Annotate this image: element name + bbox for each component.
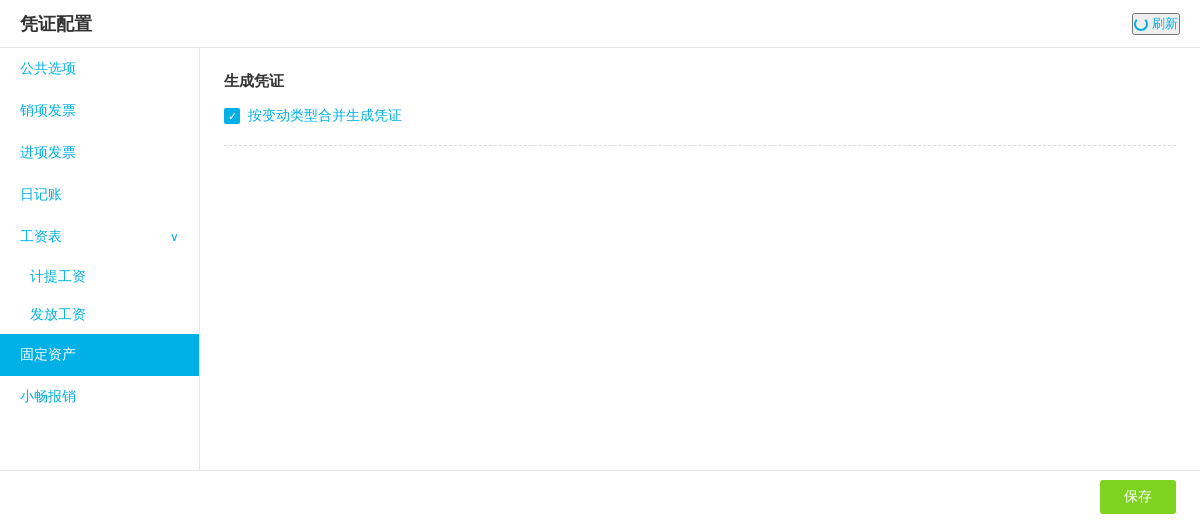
checkbox-label[interactable]: 按变动类型合并生成凭证 bbox=[248, 107, 402, 125]
merge-by-type-checkbox[interactable] bbox=[224, 108, 240, 124]
sidebar-item-label: 固定资产 bbox=[20, 346, 76, 364]
refresh-icon bbox=[1134, 17, 1148, 31]
sidebar-item-payroll-table[interactable]: 工资表 ∨ bbox=[0, 216, 199, 258]
sidebar-item-label: 工资表 bbox=[20, 228, 62, 246]
sidebar-item-label: 进项发票 bbox=[20, 144, 76, 162]
refresh-button[interactable]: 刷新 bbox=[1132, 13, 1180, 35]
section-title: 生成凭证 bbox=[224, 72, 1176, 91]
sidebar: 公共选项 销项发票 进项发票 日记账 工资表 ∨ 计提工资 发放工资 固定资 bbox=[0, 48, 200, 470]
sidebar-item-issue-payroll[interactable]: 发放工资 bbox=[0, 296, 199, 334]
main-content: 公共选项 销项发票 进项发票 日记账 工资表 ∨ 计提工资 发放工资 固定资 bbox=[0, 48, 1200, 470]
sidebar-item-label: 公共选项 bbox=[20, 60, 76, 78]
save-button[interactable]: 保存 bbox=[1100, 480, 1176, 514]
sidebar-item-journal[interactable]: 日记账 bbox=[0, 174, 199, 216]
section-divider bbox=[224, 145, 1176, 146]
refresh-label: 刷新 bbox=[1152, 15, 1178, 33]
content-area: 生成凭证 按变动类型合并生成凭证 bbox=[200, 48, 1200, 470]
sidebar-item-sales-invoice[interactable]: 销项发票 bbox=[0, 90, 199, 132]
chevron-down-icon: ∨ bbox=[170, 230, 179, 244]
sidebar-item-public-options[interactable]: 公共选项 bbox=[0, 48, 199, 90]
sidebar-item-label: 计提工资 bbox=[30, 268, 86, 284]
sidebar-item-fixed-assets[interactable]: 固定资产 bbox=[0, 334, 199, 376]
sidebar-item-label: 日记账 bbox=[20, 186, 62, 204]
sidebar-item-label: 销项发票 bbox=[20, 102, 76, 120]
page-title: 凭证配置 bbox=[20, 12, 92, 36]
sidebar-item-label: 发放工资 bbox=[30, 306, 86, 322]
sidebar-item-label: 小畅报销 bbox=[20, 388, 76, 406]
sidebar-item-purchase-invoice[interactable]: 进项发票 bbox=[0, 132, 199, 174]
header: 凭证配置 刷新 bbox=[0, 0, 1200, 48]
footer: 保存 bbox=[0, 470, 1200, 522]
page-container: 凭证配置 刷新 公共选项 销项发票 进项发票 日记账 工资表 ∨ bbox=[0, 0, 1200, 522]
checkbox-row: 按变动类型合并生成凭证 bbox=[224, 107, 1176, 125]
sidebar-item-expense-report[interactable]: 小畅报销 bbox=[0, 376, 199, 418]
sidebar-item-calc-payroll[interactable]: 计提工资 bbox=[0, 258, 199, 296]
